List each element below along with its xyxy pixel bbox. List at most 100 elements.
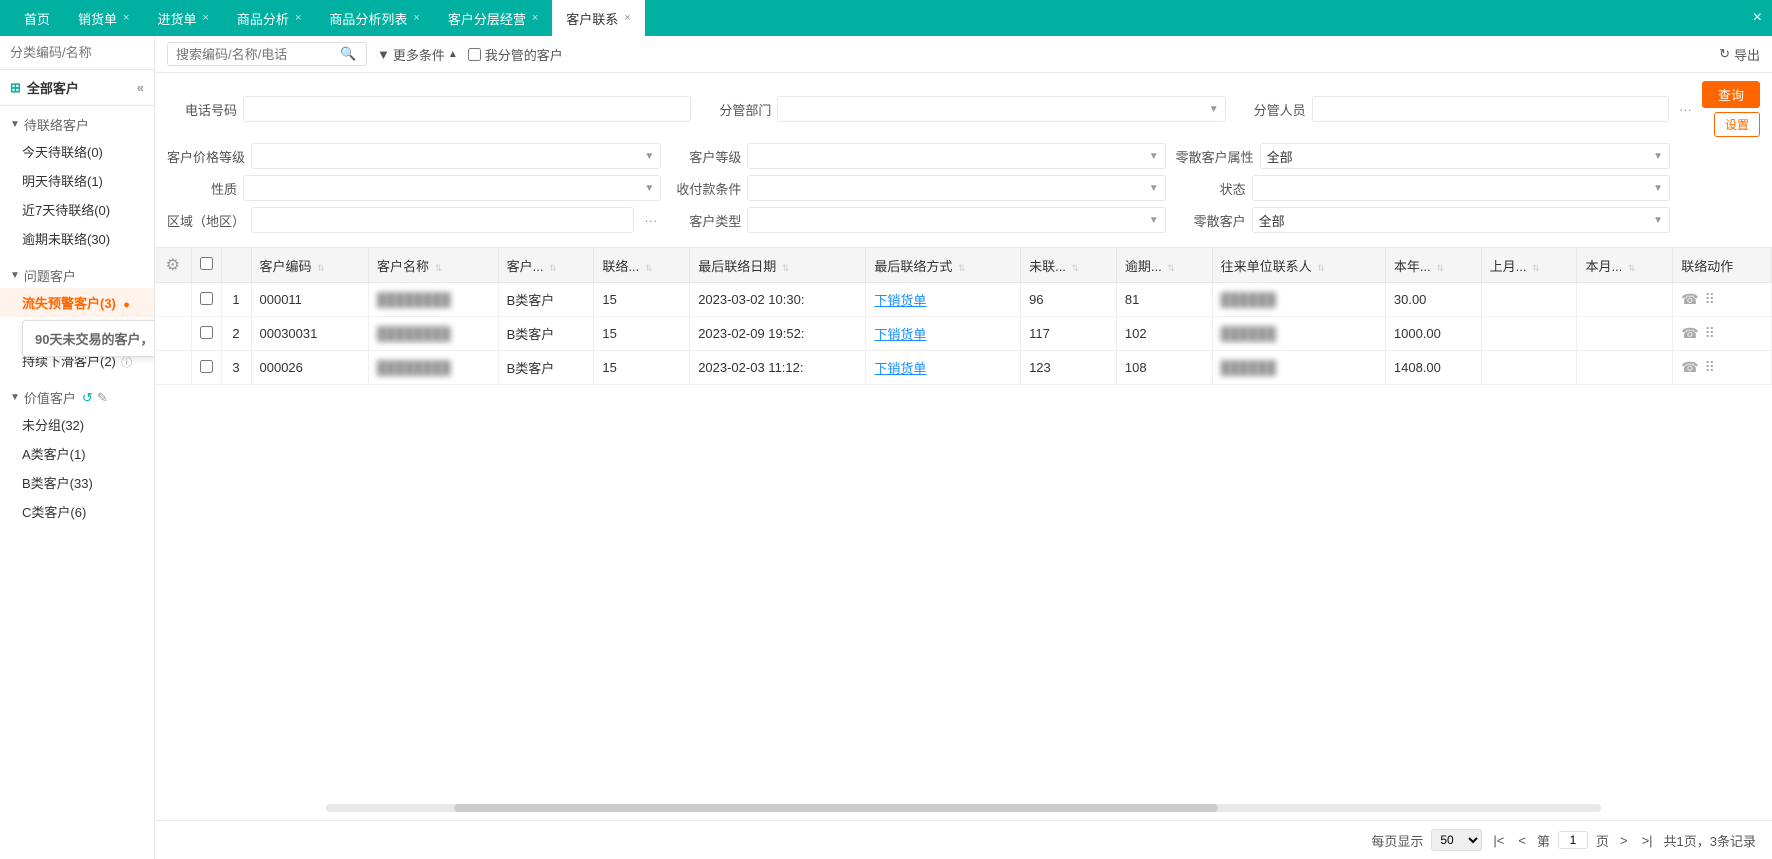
column-settings-icon[interactable]: ⚙	[166, 257, 180, 274]
filter-retail-select[interactable]: 全部 ▼	[1252, 207, 1670, 233]
th-last-method[interactable]: 最后联络方式 ⇅	[866, 248, 1021, 283]
next-page-btn[interactable]: >	[1617, 833, 1631, 848]
toolbar-search-icon[interactable]: 🔍	[340, 46, 356, 62]
export-button[interactable]: ↻ 导出	[1719, 45, 1760, 64]
th-this-year[interactable]: 本年... ⇅	[1385, 248, 1481, 283]
select-all-checkbox[interactable]	[200, 257, 213, 270]
filter-dept-select[interactable]: ▼	[777, 96, 1225, 122]
nav-product-analysis[interactable]: 商品分析 ×	[223, 0, 315, 36]
filter-status-select[interactable]: ▼	[1252, 175, 1670, 201]
filter-nature-select[interactable]: ▼	[243, 175, 661, 201]
filter-customer-type-select[interactable]: ▼	[747, 207, 1165, 233]
sidebar-item-tomorrow-pending[interactable]: 明天待联络(1)	[0, 166, 154, 195]
sidebar-item-c-class[interactable]: C类客户(6)	[0, 497, 154, 526]
row-checkbox-input-0[interactable]	[200, 292, 213, 305]
sidebar-all-customers[interactable]: ⊞ 全部客户 «	[0, 70, 154, 106]
row-action-contact-2[interactable]: ☎	[1681, 359, 1698, 376]
row-code-2: 000026	[251, 351, 368, 385]
chevron-down-icon: ▲	[448, 49, 458, 60]
sidebar-item-overdue-contact[interactable]: 逾期未联络(30)	[0, 224, 154, 253]
row-checkbox-0[interactable]	[191, 283, 221, 317]
filter-row-1: 电话号码 分管部门 ▼ 分管人员 ···	[167, 81, 1760, 137]
row-checkbox-input-2[interactable]	[200, 360, 213, 373]
nav-sales-order[interactable]: 销货单 ×	[64, 0, 143, 36]
filter-payment-select[interactable]: ▼	[747, 175, 1165, 201]
sidebar-search-box[interactable]: 🔍	[0, 36, 154, 70]
sidebar-item-a-class[interactable]: A类客户(1)	[0, 439, 154, 468]
sidebar-search-input[interactable]	[10, 45, 155, 60]
close-all-tabs[interactable]: ×	[1753, 9, 1762, 27]
close-customer-contact[interactable]: ×	[624, 12, 630, 24]
th-contact-score[interactable]: 联络... ⇅	[594, 248, 690, 283]
sidebar-item-7days-pending[interactable]: 近7天待联络(0)	[0, 195, 154, 224]
close-product-analysis-list[interactable]: ×	[413, 12, 419, 24]
nav-home[interactable]: 首页	[10, 0, 64, 36]
sidebar-item-today-pending[interactable]: 今天待联络(0)	[0, 137, 154, 166]
toolbar-search-input[interactable]	[176, 47, 336, 62]
row-last-month-2	[1481, 351, 1577, 385]
refresh-icon-value[interactable]: ↺	[82, 390, 93, 406]
nav-purchase-order[interactable]: 进货单 ×	[143, 0, 222, 36]
th-overdue[interactable]: 逾期... ⇅	[1116, 248, 1212, 283]
close-customer-segmentation[interactable]: ×	[532, 12, 538, 24]
prev-page-btn[interactable]: <	[1515, 833, 1529, 848]
row-action-more-0[interactable]: ⠿	[1705, 291, 1715, 308]
row-last-method-0[interactable]: 下销货单	[866, 283, 1021, 317]
row-checkbox-2[interactable]	[191, 351, 221, 385]
per-page-select[interactable]: 50 100 200	[1431, 829, 1482, 851]
row-last-method-1[interactable]: 下销货单	[866, 317, 1021, 351]
last-page-btn[interactable]: >|	[1639, 833, 1656, 848]
th-this-month[interactable]: 本月... ⇅	[1577, 248, 1673, 283]
filter-price-tier-select[interactable]: ▼	[251, 143, 661, 169]
query-button[interactable]: 查询	[1702, 81, 1760, 108]
th-last-month[interactable]: 上月... ⇅	[1481, 248, 1577, 283]
close-sales-order[interactable]: ×	[123, 12, 129, 24]
filter-phone-input[interactable]	[243, 96, 691, 122]
more-conditions-btn[interactable]: ▼ 更多条件 ▲	[377, 45, 458, 64]
th-type[interactable]: 客户... ⇅	[498, 248, 594, 283]
filter-manager-more[interactable]: ···	[1675, 102, 1696, 117]
filter-customer-grade-select[interactable]: ▼	[747, 143, 1165, 169]
th-code[interactable]: 客户编码 ⇅	[251, 248, 368, 283]
close-product-analysis[interactable]: ×	[295, 12, 301, 24]
row-checkbox-input-1[interactable]	[200, 326, 213, 339]
my-customers-checkbox-input[interactable]	[468, 48, 481, 61]
sidebar-item-ungrouped[interactable]: 未分组(32)	[0, 410, 154, 439]
edit-icon-value[interactable]: ✎	[97, 390, 108, 406]
nav-customer-segmentation[interactable]: 客户分层经营 ×	[434, 0, 552, 36]
filter-region-select[interactable]	[251, 207, 634, 233]
sidebar-group-title-pending[interactable]: ▼ 待联络客户	[0, 110, 154, 137]
sidebar-group-pending-contact: ▼ 待联络客户 今天待联络(0) 明天待联络(1) 近7天待联络(0) 逾期未联…	[0, 106, 154, 257]
row-action-contact-1[interactable]: ☎	[1681, 325, 1698, 342]
th-last-date[interactable]: 最后联络日期 ⇅	[690, 248, 866, 283]
th-uncontacted[interactable]: 未联... ⇅	[1021, 248, 1117, 283]
settings-button[interactable]: 设置	[1714, 112, 1760, 137]
collapse-sidebar-icon[interactable]: «	[137, 80, 144, 95]
row-action-contact-0[interactable]: ☎	[1681, 291, 1698, 308]
sidebar-item-churn-warning[interactable]: 流失预警客户(3) ● 90天未交易的客户，可能有流失风险。	[0, 288, 154, 317]
filter-region-label: 区域（地区）	[167, 211, 245, 230]
th-contacts[interactable]: 往来单位联系人 ⇅	[1212, 248, 1385, 283]
row-action-more-2[interactable]: ⠿	[1705, 359, 1715, 376]
row-last-method-2[interactable]: 下销货单	[866, 351, 1021, 385]
row-checkbox-1[interactable]	[191, 317, 221, 351]
row-action-more-1[interactable]: ⠿	[1705, 325, 1715, 342]
nav-customer-contact[interactable]: 客户联系 ×	[552, 0, 644, 36]
close-purchase-order[interactable]: ×	[202, 12, 208, 24]
th-settings[interactable]: ⚙	[155, 248, 191, 283]
h-scrollbar-thumb[interactable]	[454, 804, 1219, 812]
toolbar-search-box[interactable]: 🔍	[167, 42, 367, 66]
th-name[interactable]: 客户名称 ⇅	[368, 248, 498, 283]
first-page-btn[interactable]: |<	[1490, 833, 1507, 848]
h-scrollbar[interactable]	[326, 804, 1600, 812]
th-checkbox[interactable]	[191, 248, 221, 283]
my-customers-checkbox[interactable]: 我分管的客户	[468, 45, 563, 64]
sidebar-group-title-value[interactable]: ▼ 价值客户 ↺ ✎	[0, 383, 154, 410]
sidebar-item-b-class[interactable]: B类客户(33)	[0, 468, 154, 497]
page-input[interactable]	[1558, 831, 1588, 849]
nav-product-analysis-list[interactable]: 商品分析列表 ×	[315, 0, 433, 36]
filter-retail-attr-select[interactable]: 全部 ▼	[1260, 143, 1670, 169]
sidebar-group-title-problem[interactable]: ▼ 问题客户	[0, 261, 154, 288]
filter-manager-select[interactable]	[1312, 96, 1669, 122]
filter-region-more[interactable]: ···	[640, 213, 661, 228]
